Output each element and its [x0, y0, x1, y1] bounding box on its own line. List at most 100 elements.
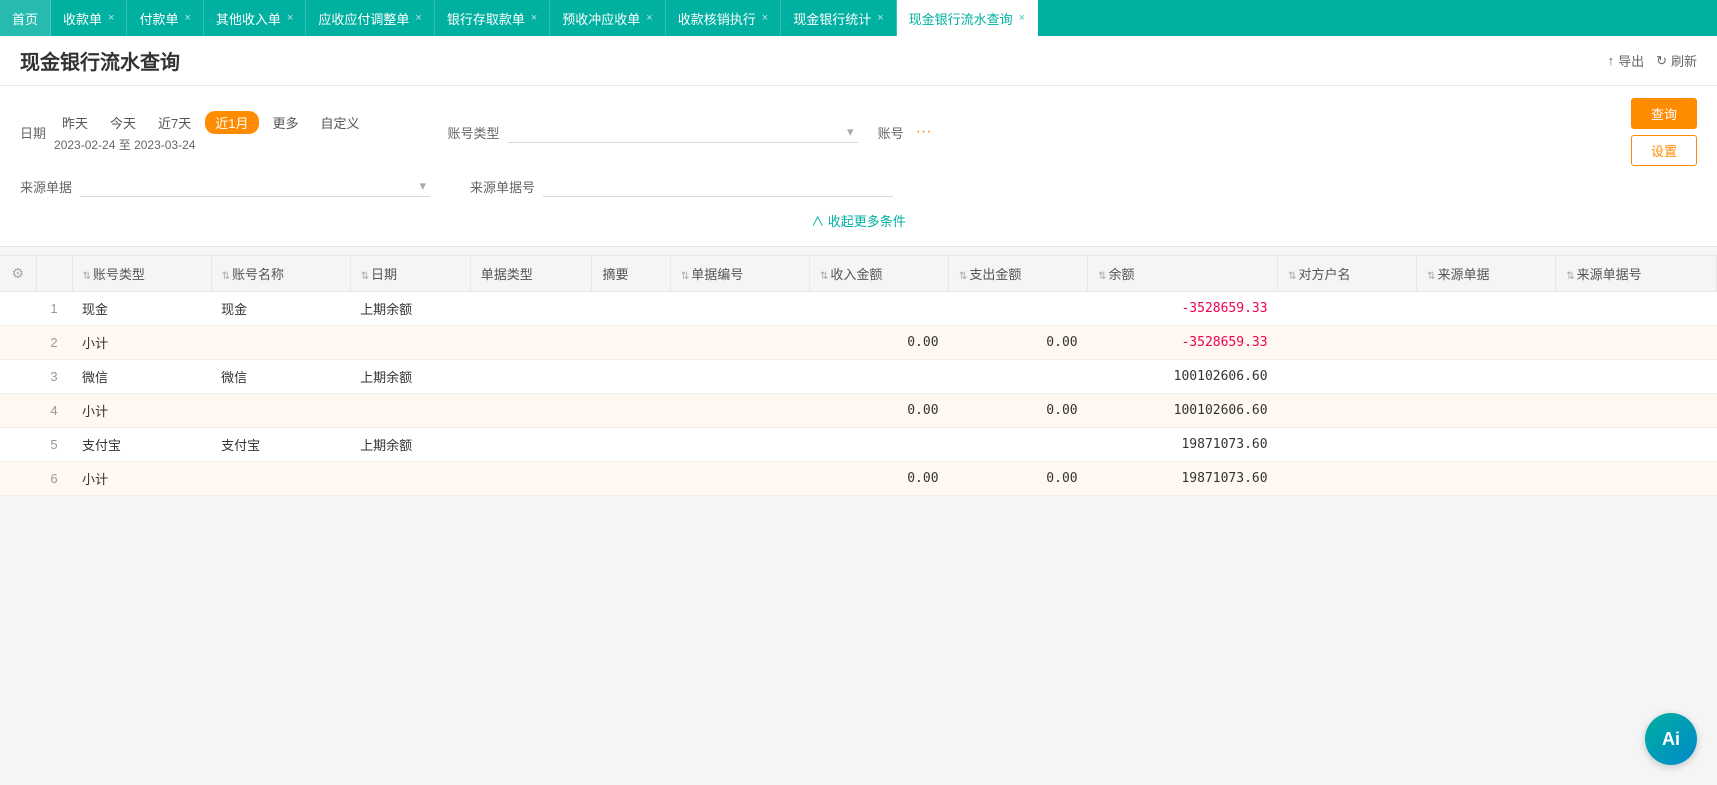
col-income[interactable]: ⇅收入金额: [809, 256, 948, 292]
refresh-icon: ↻: [1656, 53, 1667, 69]
table-row: 3 微信 微信 上期余额 100102606.60: [0, 360, 1717, 394]
cell-expense: [949, 428, 1088, 462]
export-button[interactable]: ↑ 导出: [1608, 51, 1645, 70]
close-icon[interactable]: ×: [762, 12, 768, 24]
close-icon[interactable]: ×: [108, 12, 114, 24]
date-option-7days[interactable]: 近7天: [150, 111, 199, 134]
nav-tab-payment[interactable]: 付款单 ×: [127, 0, 203, 36]
cell-balance: 100102606.60: [1088, 360, 1278, 394]
cell-account-name: [211, 326, 350, 360]
nav-tab-adjustment[interactable]: 应收应付调整单 ×: [306, 0, 434, 36]
header-actions: ↑ 导出 ↻ 刷新: [1608, 51, 1697, 70]
row-number: 5: [36, 428, 72, 462]
close-icon[interactable]: ×: [1019, 12, 1025, 24]
sort-arrows-icon: ⇅: [1566, 271, 1574, 282]
cell-summary: [592, 462, 670, 496]
refresh-button[interactable]: ↻ 刷新: [1656, 51, 1697, 70]
query-button[interactable]: 查询: [1631, 98, 1697, 129]
cell-counterparty: [1278, 428, 1417, 462]
nav-tab-advance[interactable]: 预收冲应收单 ×: [550, 0, 665, 36]
col-expense[interactable]: ⇅支出金额: [949, 256, 1088, 292]
cell-counterparty: [1278, 462, 1417, 496]
nav-tab-cashflow[interactable]: 现金银行流水查询 ×: [897, 0, 1038, 36]
nav-tab-writeoff[interactable]: 收款核销执行 ×: [666, 0, 781, 36]
table-row: 1 现金 现金 上期余额 -3528659.33: [0, 292, 1717, 326]
cell-summary: [592, 326, 670, 360]
source-doc-label: 来源单据: [20, 177, 72, 196]
cell-income: [809, 292, 948, 326]
close-icon[interactable]: ×: [287, 12, 293, 24]
cell-income: [809, 428, 948, 462]
collapse-conditions-button[interactable]: ∧ 收起更多条件: [20, 207, 1697, 238]
cell-source-doc-no: [1556, 462, 1717, 496]
col-doc-no[interactable]: ⇅单据编号: [670, 256, 809, 292]
cell-doc-type: [470, 360, 592, 394]
close-icon[interactable]: ×: [646, 12, 652, 24]
col-account-name[interactable]: ⇅账号名称: [211, 256, 350, 292]
filter-row-1: 日期 昨天 今天 近7天 近1月 更多 自定义 2023-02-24 至 202…: [20, 98, 1697, 166]
col-account-type[interactable]: ⇅账号类型: [72, 256, 211, 292]
nav-tab-other-income[interactable]: 其他收入单 ×: [204, 0, 306, 36]
sort-arrows-icon: ⇅: [361, 271, 369, 282]
row-settings: [0, 462, 36, 496]
date-option-today[interactable]: 今天: [102, 111, 144, 134]
col-source-doc-no[interactable]: ⇅来源单据号: [1556, 256, 1717, 292]
nav-tab-receipt[interactable]: 收款单 ×: [51, 0, 127, 36]
date-option-more[interactable]: 更多: [265, 111, 307, 134]
sort-arrows-icon: ⇅: [820, 271, 828, 282]
settings-button[interactable]: 设置: [1631, 135, 1697, 166]
col-settings[interactable]: ⚙: [0, 256, 36, 292]
data-table: ⚙ ⇅账号类型 ⇅账号名称 ⇅日期 单据类型 摘要 ⇅单据编号 ⇅收入: [0, 255, 1717, 496]
table-row: 4 小计 0.00 0.00 100102606.60: [0, 394, 1717, 428]
sort-arrows-icon: ⇅: [1098, 271, 1106, 282]
cell-source-doc-no: [1556, 360, 1717, 394]
nav-tab-home[interactable]: 首页: [0, 0, 51, 36]
cell-source-doc: [1417, 462, 1556, 496]
account-label: 账号: [878, 123, 904, 142]
cell-doc-no: [670, 326, 809, 360]
page-title: 现金银行流水查询: [20, 46, 180, 75]
close-icon[interactable]: ×: [531, 12, 537, 24]
sort-arrows-icon: ⇅: [1288, 271, 1296, 282]
account-type-select[interactable]: ▾: [508, 122, 858, 143]
nav-tab-bank-deposit[interactable]: 银行存取款单 ×: [435, 0, 550, 36]
cell-doc-type: [470, 462, 592, 496]
filter-row-2: 来源单据 ▾ 来源单据号: [20, 176, 1697, 197]
row-number: 6: [36, 462, 72, 496]
account-more-button[interactable]: ···: [912, 123, 936, 141]
cell-account-type: 小计: [72, 462, 211, 496]
filter-area: 日期 昨天 今天 近7天 近1月 更多 自定义 2023-02-24 至 202…: [0, 86, 1717, 247]
cell-counterparty: [1278, 326, 1417, 360]
cell-date: [350, 326, 470, 360]
col-balance[interactable]: ⇅余额: [1088, 256, 1278, 292]
sort-arrows-icon: ⇅: [681, 271, 689, 282]
cell-doc-type: [470, 326, 592, 360]
cell-date: [350, 394, 470, 428]
cell-source-doc: [1417, 360, 1556, 394]
close-icon[interactable]: ×: [415, 12, 421, 24]
source-doc-select[interactable]: ▾: [80, 176, 430, 197]
source-doc-num-input[interactable]: [543, 177, 893, 197]
col-source-doc[interactable]: ⇅来源单据: [1417, 256, 1556, 292]
date-option-custom[interactable]: 自定义: [313, 111, 368, 134]
col-date[interactable]: ⇅日期: [350, 256, 470, 292]
cell-account-name: [211, 394, 350, 428]
cell-summary: [592, 360, 670, 394]
date-option-1month[interactable]: 近1月: [205, 111, 258, 134]
nav-tab-stats[interactable]: 现金银行统计 ×: [781, 0, 896, 36]
row-number: 1: [36, 292, 72, 326]
table-row: 2 小计 0.00 0.00 -3528659.33: [0, 326, 1717, 360]
source-doc-num-filter: 来源单据号: [470, 177, 893, 197]
row-settings: [0, 428, 36, 462]
cell-income: [809, 360, 948, 394]
ai-assistant-button[interactable]: Ai: [1645, 713, 1697, 765]
col-summary: 摘要: [592, 256, 670, 292]
date-option-yesterday[interactable]: 昨天: [54, 111, 96, 134]
col-counterparty[interactable]: ⇅对方户名: [1278, 256, 1417, 292]
cell-source-doc: [1417, 326, 1556, 360]
account-filter: 账号 ···: [878, 123, 936, 142]
cell-doc-no: [670, 360, 809, 394]
close-icon[interactable]: ×: [184, 12, 190, 24]
close-icon[interactable]: ×: [877, 12, 883, 24]
cell-account-name: 支付宝: [211, 428, 350, 462]
